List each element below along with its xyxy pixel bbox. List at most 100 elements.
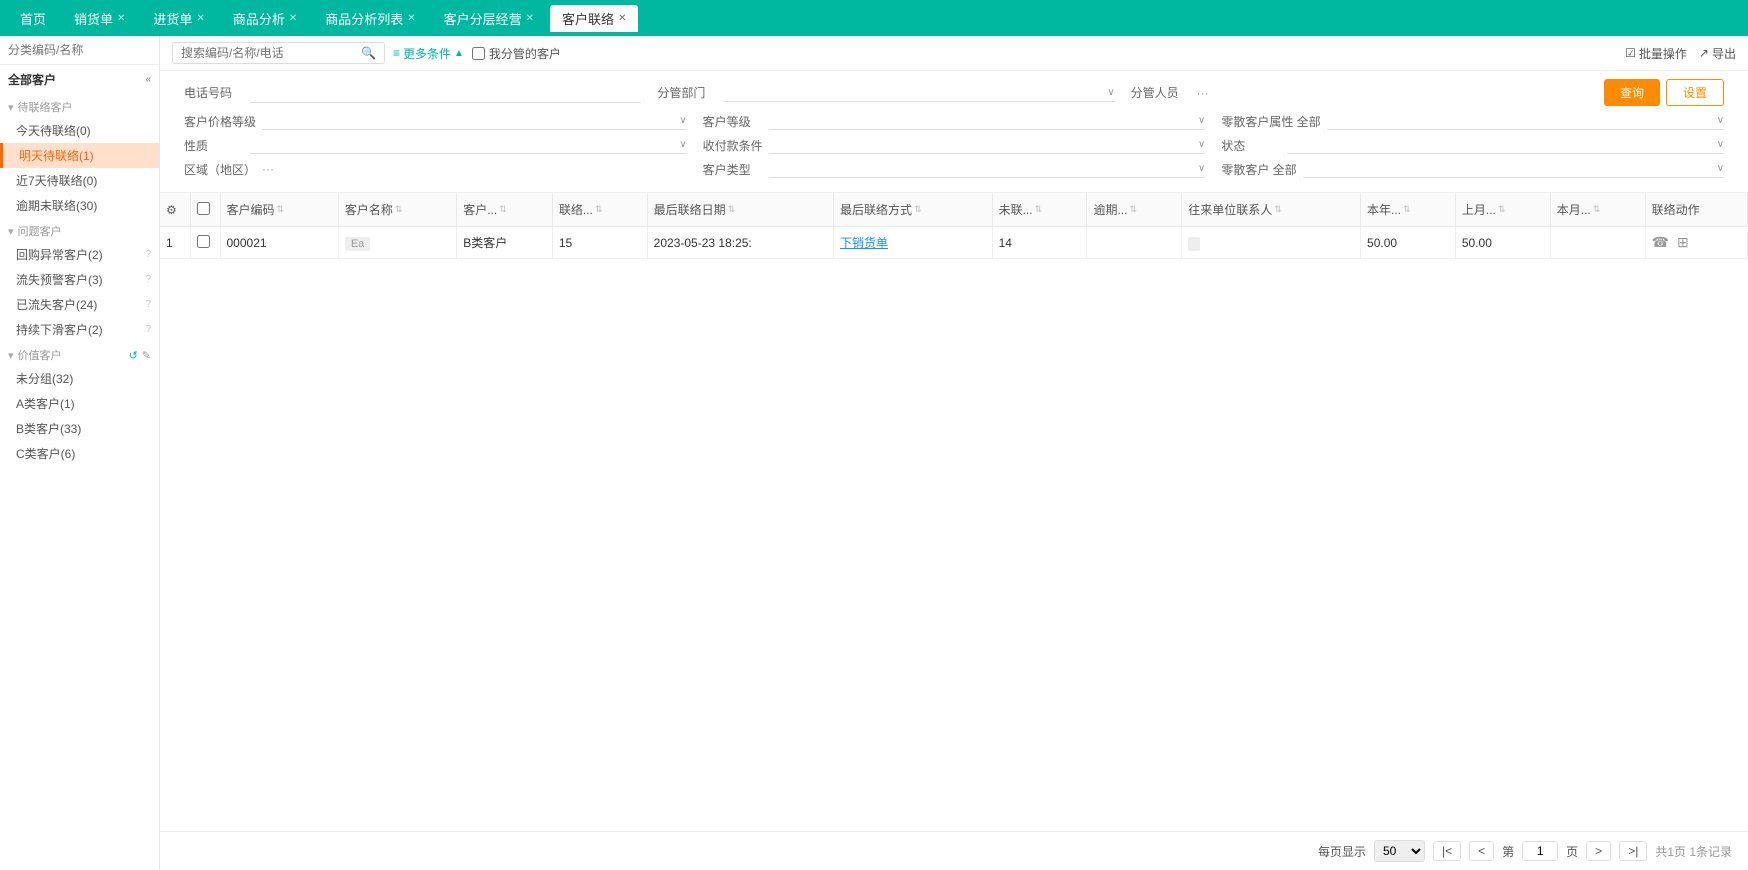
batch-op-button[interactable]: ☑ 批量操作 [1625,45,1687,62]
filter-label: 更多条件 [403,45,451,62]
col-customer-code: 客户编码⇅ [220,193,338,227]
all-customers-section[interactable]: 全部客户 « [0,65,159,94]
sort-icon-code: ⇅ [277,204,285,215]
search-button[interactable]: 🔍 [361,46,376,60]
nav-purchase-label: 进货单 [153,9,192,28]
sidebar-item-today-pending[interactable]: 今天待联络(0) [0,118,159,143]
my-customer-checkbox-area[interactable]: 我分管的客户 [472,45,561,62]
settings-gear-icon[interactable]: ⚙ [166,203,177,217]
last-page-button[interactable]: >| [1619,841,1647,861]
cell-last-date: 2023-05-23 18:25: [647,227,833,259]
filter-retail-attr-label: 零散客户属性 全部 [1221,113,1320,130]
page-size-select[interactable]: 50 100 [1374,840,1425,862]
filter-retail-customer-select[interactable]: ∨ [1303,160,1724,178]
sidebar-search-input[interactable] [8,43,160,57]
filter-customer-level-label: 客户等级 [703,113,763,130]
content-area: 🔍 ≡ 更多条件 ▲ 我分管的客户 ☑ 批量操作 ↗ 导出 [160,36,1748,870]
filter-region-label: 区域（地区） [184,161,256,178]
nav-customer-contact-close[interactable]: ✕ [618,13,626,24]
nav-analysis-list-close[interactable]: ✕ [407,13,415,24]
filter-phone-input[interactable] [250,82,641,103]
sort-icon-contact: ⇅ [595,204,603,215]
cell-unlisted: 14 [992,227,1087,259]
cell-last-month: 50.00 [1455,227,1550,259]
filter-customer-level-select[interactable]: ∨ [769,112,1206,130]
help-icon-0: ? [145,249,151,260]
toolbar-right: ☑ 批量操作 ↗ 导出 [1625,45,1736,62]
sidebar-item-ungrouped[interactable]: 未分组(32) [0,366,159,391]
col-this-month: 本月...⇅ [1550,193,1645,227]
my-customer-checkbox[interactable] [472,47,485,60]
grid-action-icon[interactable]: ⊞ [1677,234,1689,251]
col-this-year-label: 本年... [1367,201,1401,218]
pending-group-label: ▾ 待联络客户 [0,94,159,118]
customer-name-masked: Ea [345,237,370,251]
nav-purchase-close[interactable]: ✕ [196,13,204,24]
sidebar-item-declining[interactable]: 持续下滑客户(2) ? [0,317,159,342]
sidebar-item-a-class[interactable]: A类客户(1) [0,391,159,416]
nature-arrow: ∨ [679,139,686,150]
nav-customer-layer-close[interactable]: ✕ [526,13,534,24]
phone-action-icon[interactable]: ☎ [1652,234,1669,251]
filter-manager-dots[interactable]: ··· [1197,86,1209,100]
col-date-label: 最后联络日期 [654,201,726,218]
search-input[interactable] [181,46,361,60]
filter-retail-customer: 零散客户 全部 ∨ [1213,160,1732,178]
sidebar-item-c-class[interactable]: C类客户(6) [0,441,159,466]
settings-button[interactable]: 设置 [1666,79,1724,106]
nav-analysis-list[interactable]: 商品分析列表 ✕ [313,5,427,32]
filter-payment-select[interactable]: ∨ [769,136,1206,154]
col-overdue-label: 逾期... [1093,201,1127,218]
sidebar-item-7days-pending[interactable]: 近7天待联络(0) [0,168,159,193]
status-arrow: ∨ [1717,139,1724,150]
nav-analysis[interactable]: 商品分析 ✕ [221,5,309,32]
sidebar-item-tomorrow-pending[interactable]: 明天待联络(1) [0,143,159,168]
next-page-button[interactable]: > [1586,841,1611,861]
sidebar-item-churned[interactable]: 已流失客户(24) ? [0,292,159,317]
last-contact-link[interactable]: 下销货单 [840,236,888,250]
select-all-checkbox[interactable] [197,202,210,215]
first-page-button[interactable]: |< [1433,841,1461,861]
help-icon-2: ? [145,299,151,310]
filter-nature-select[interactable]: ∨ [250,136,687,154]
cell-type: B类客户 [457,227,553,259]
sort-icon-this-month: ⇅ [1593,204,1601,215]
prev-page-button[interactable]: < [1469,841,1494,861]
filter-row-3: 性质 ∨ 收付款条件 ∨ 状态 ∨ [176,136,1732,154]
filter-retail-attr: 零散客户属性 全部 ∨ [1213,112,1732,130]
filter-price-level-label: 客户价格等级 [184,113,256,130]
page-input[interactable] [1522,841,1558,861]
filter-payment-label: 收付款条件 [703,137,763,154]
export-button[interactable]: ↗ 导出 [1699,45,1736,62]
nav-customer-layer[interactable]: 客户分层经营 ✕ [432,5,546,32]
sidebar-item-b-class[interactable]: B类客户(33) [0,416,159,441]
sort-icon-unlisted: ⇅ [1035,204,1043,215]
action-icons: ☎ ⊞ [1652,234,1741,251]
row-checkbox[interactable] [197,235,210,248]
search-box: 🔍 [172,42,385,64]
nav-purchase[interactable]: 进货单 ✕ [141,5,216,32]
sidebar-item-abnormal-repurchase[interactable]: 回购异常客户(2) ? [0,242,159,267]
filter-status-select[interactable]: ∨ [1287,136,1724,154]
sidebar-item-churn-warning[interactable]: 流失预警客户(3) ? [0,267,159,292]
nav-customer-contact[interactable]: 客户联络 ✕ [550,5,638,32]
filter-customer-type-select[interactable]: ∨ [769,160,1206,178]
edit-value-group-icon[interactable]: ✎ [142,349,151,362]
filter-retail-attr-select[interactable]: ∨ [1327,112,1724,130]
nav-home[interactable]: 首页 [8,5,58,32]
filter-dept-select[interactable]: ∨ [723,84,1114,102]
col-this-month-label: 本月... [1557,201,1591,218]
nav-sales-close[interactable]: ✕ [117,13,125,24]
filter-row-2: 客户价格等级 ∨ 客户等级 ∨ 零散客户属性 全部 ∨ [176,112,1732,130]
price-level-arrow: ∨ [679,115,686,126]
refresh-icon[interactable]: ↺ [129,349,138,362]
sidebar-item-overdue-pending[interactable]: 逾期未联络(30) [0,193,159,218]
more-filter-button[interactable]: ≡ 更多条件 ▲ [393,45,464,62]
filter-price-level-select[interactable]: ∨ [262,112,687,130]
filter-region-dots[interactable]: ··· [262,162,274,176]
query-button[interactable]: 查询 [1604,79,1660,106]
nav-sales[interactable]: 销货单 ✕ [62,5,137,32]
nav-analysis-close[interactable]: ✕ [289,13,297,24]
filter-retail-customer-label: 零散客户 全部 [1221,161,1296,178]
page-label: 第 [1502,843,1514,860]
